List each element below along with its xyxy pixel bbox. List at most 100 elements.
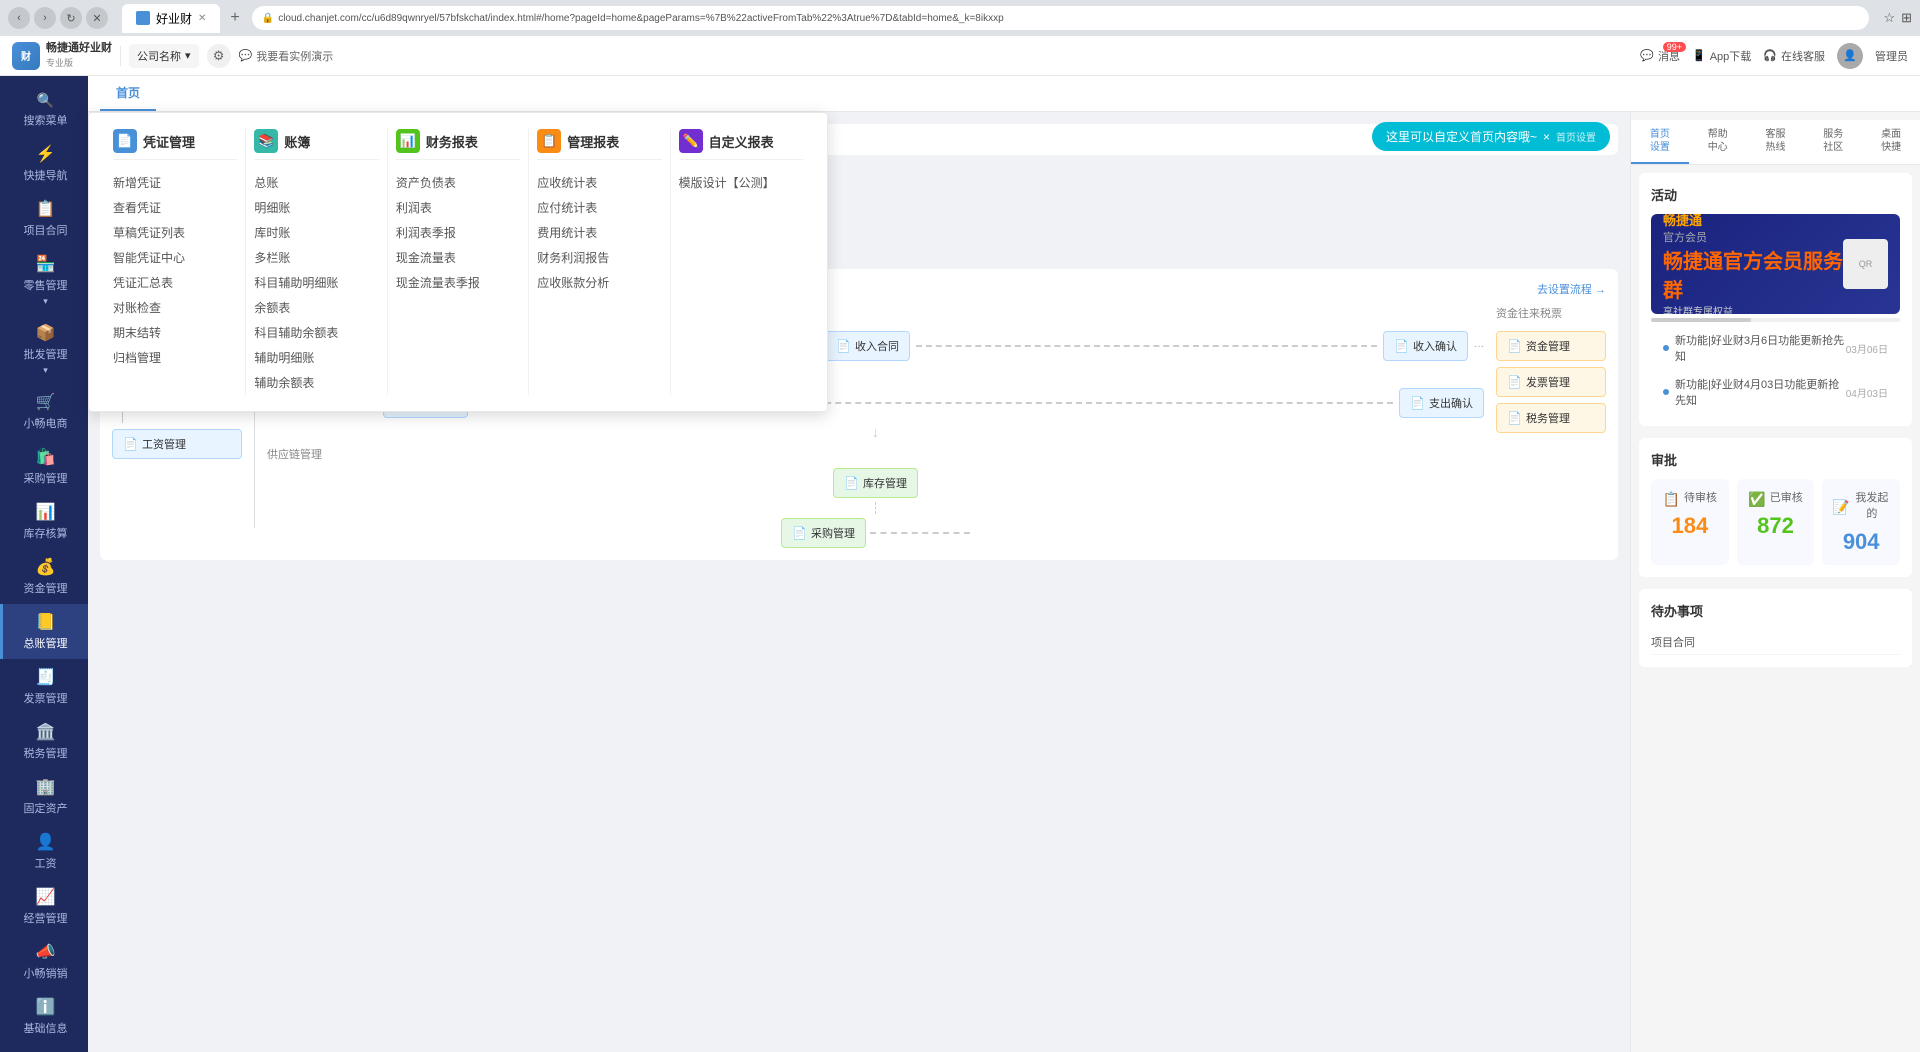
- tab-close-button[interactable]: ✕: [198, 13, 206, 24]
- flow-box-income-confirm[interactable]: 📄 收入确认: [1383, 331, 1468, 361]
- bookmark-icon[interactable]: ☆: [1883, 10, 1895, 26]
- todo-item-project[interactable]: 项目合同: [1651, 630, 1900, 655]
- sidebar-item-tax[interactable]: 🏛️ 税务管理: [0, 714, 88, 769]
- purchase-flow-icon: 📄: [792, 526, 807, 540]
- user-name[interactable]: 管理员: [1875, 48, 1908, 64]
- sidebar-item-basic[interactable]: ℹ️ 基础信息: [0, 989, 88, 1044]
- sidebar-item-system[interactable]: ⚙️ 系统管理: [0, 1044, 88, 1052]
- extensions-icon[interactable]: ⊞: [1901, 10, 1912, 26]
- forward-button[interactable]: ›: [34, 7, 56, 29]
- dropdown-item-voucher-summary[interactable]: 凭证汇总表: [113, 270, 237, 295]
- company-selector[interactable]: 公司名称 ▾: [129, 44, 199, 68]
- tab-home[interactable]: 首页: [100, 76, 156, 111]
- sidebar-item-quick-nav[interactable]: ⚡ 快捷导航: [0, 136, 88, 191]
- dropdown-item-aux-balance[interactable]: 辅助余额表: [254, 370, 378, 395]
- right-tab-service-community[interactable]: 服务社区: [1804, 120, 1862, 164]
- news-item-1[interactable]: 新功能|好业财3月6日功能更新抢先知 03月06日: [1651, 326, 1900, 370]
- right-tab-desktop-quick[interactable]: 桌面快捷: [1862, 120, 1920, 164]
- address-bar[interactable]: 🔒 cloud.chanjet.com/cc/u6d89qwnryel/57bf…: [252, 6, 1870, 30]
- dropdown-item-period-close[interactable]: 期末结转: [113, 320, 237, 345]
- active-tab[interactable]: 好业财 ✕: [122, 4, 220, 33]
- sidebar-item-purchase[interactable]: 🛍️ 采购管理: [0, 439, 88, 494]
- home-settings-link[interactable]: 首页设置: [1556, 129, 1596, 144]
- dropdown-item-balance-sheet[interactable]: 资产负债表: [396, 170, 520, 195]
- dropdown-item-general[interactable]: 总账: [254, 170, 378, 195]
- flow-box-income-contract[interactable]: 📄 收入合同: [825, 331, 910, 361]
- approval-cards: 📋 待审核 184 ✅ 已审核: [1651, 479, 1900, 565]
- sidebar: 🔍 搜索菜单 ⚡ 快捷导航 📋 项目合同 🏪 零售管理 ▾ 📦 批发管理 ▾: [0, 76, 88, 1052]
- flow-box-capital[interactable]: 📄 资金管理: [1496, 331, 1606, 361]
- flow-box-salary[interactable]: 📄 工资管理: [112, 429, 242, 459]
- sidebar-item-inventory[interactable]: 📊 库存核算: [0, 494, 88, 549]
- dropdown-item-balance[interactable]: 余额表: [254, 295, 378, 320]
- demo-button[interactable]: 💬 我要看实例演示: [239, 48, 334, 64]
- activity-banner: 畅捷通 官方会员 畅捷通官方会员服务群 享社群专属权益 QR: [1651, 214, 1900, 314]
- right-tab-help-center[interactable]: 帮助中心: [1689, 120, 1747, 164]
- dropdown-item-view-voucher[interactable]: 查看凭证: [113, 195, 237, 220]
- dropdown-item-receivable-analysis[interactable]: 应收账款分析: [537, 270, 661, 295]
- dropdown-item-detail[interactable]: 明细账: [254, 195, 378, 220]
- app-download-button[interactable]: 📱 App下载: [1692, 48, 1751, 64]
- dropdown-item-income[interactable]: 利润表: [396, 195, 520, 220]
- sidebar-item-ecommerce[interactable]: 🛒 小畅电商: [0, 384, 88, 439]
- flow-box-invoice-mgmt[interactable]: 📄 发票管理: [1496, 367, 1606, 397]
- dropdown-item-new-voucher[interactable]: 新增凭证: [113, 170, 237, 195]
- new-tab-button[interactable]: +: [224, 9, 245, 27]
- sidebar-item-operation[interactable]: 📈 经营管理: [0, 879, 88, 934]
- flow-box-inventory[interactable]: 📄 库存管理: [833, 468, 918, 498]
- dropdown-item-smart-center[interactable]: 智能凭证中心: [113, 245, 237, 270]
- dropdown-item-receivable[interactable]: 应收统计表: [537, 170, 661, 195]
- approval-card-pending[interactable]: 📋 待审核 184: [1651, 479, 1729, 565]
- user-avatar[interactable]: 👤: [1837, 43, 1863, 69]
- sidebar-item-search[interactable]: 🔍 搜索菜单: [0, 84, 88, 136]
- back-button[interactable]: ‹: [8, 7, 30, 29]
- salary-icon: 👤: [36, 832, 56, 852]
- sidebar-item-marketing[interactable]: 📣 小畅销销: [0, 934, 88, 989]
- delete-button[interactable]: ✕: [86, 7, 108, 29]
- dropdown-item-template-design[interactable]: 模版设计【公测】: [679, 170, 803, 195]
- flow-box-tax-mgmt[interactable]: 📄 税务管理: [1496, 403, 1606, 433]
- online-service-button[interactable]: 🎧 在线客服: [1763, 48, 1825, 64]
- dropdown-item-payable[interactable]: 应付统计表: [537, 195, 661, 220]
- dropdown-item-cash-flow[interactable]: 现金流量表: [396, 245, 520, 270]
- dropdown-item-multi[interactable]: 多栏账: [254, 245, 378, 270]
- sidebar-item-invoice[interactable]: 🧾 发票管理: [0, 659, 88, 714]
- dropdown-item-subject-detail[interactable]: 科目辅助明细账: [254, 270, 378, 295]
- flow-box-expense-confirm[interactable]: 📄 支出确认: [1399, 388, 1484, 418]
- dropdown-col-financial-header: 📊 财务报表: [396, 129, 520, 160]
- sidebar-item-finance[interactable]: 💰 资金管理: [0, 549, 88, 604]
- approval-card-my-initiated[interactable]: 📝 我发起的 904: [1822, 479, 1900, 565]
- dropdown-item-draft-list[interactable]: 草稿凭证列表: [113, 220, 237, 245]
- dropdown-item-reconcile[interactable]: 对账检查: [113, 295, 237, 320]
- management-col-icon: 📋: [537, 129, 561, 153]
- settings-gear-button[interactable]: ⚙: [207, 44, 231, 68]
- sidebar-label-invoice: 发票管理: [24, 690, 68, 706]
- dropdown-item-expense[interactable]: 费用统计表: [537, 220, 661, 245]
- notification-badge: 99+: [1663, 42, 1686, 52]
- reload-button[interactable]: ↻: [60, 7, 82, 29]
- right-tab-home-settings[interactable]: 首页设置: [1631, 120, 1689, 164]
- dropdown-item-time-account[interactable]: 库时账: [254, 220, 378, 245]
- sidebar-item-salary[interactable]: 👤 工资: [0, 824, 88, 879]
- right-tab-customer-hotline[interactable]: 客服热线: [1747, 120, 1805, 164]
- dropdown-item-archive[interactable]: 归档管理: [113, 345, 237, 370]
- custom-tip-close-button[interactable]: ×: [1543, 130, 1550, 144]
- dropdown-item-income-quarterly[interactable]: 利润表季报: [396, 220, 520, 245]
- dropdown-arrow-icon: ▾: [185, 49, 191, 62]
- news-item-2[interactable]: 新功能|好业财4月03日功能更新抢先知 04月03日: [1651, 370, 1900, 414]
- tab-title: 好业财: [156, 10, 192, 27]
- dropdown-item-cash-flow-quarterly[interactable]: 现金流量表季报: [396, 270, 520, 295]
- sidebar-item-wholesale[interactable]: 📦 批发管理 ▾: [0, 315, 88, 384]
- notification-button[interactable]: 💬 消息 99+: [1640, 48, 1680, 64]
- sidebar-item-fixed-assets[interactable]: 🏢 固定资产: [0, 769, 88, 824]
- dropdown-item-profit-report[interactable]: 财务利润报告: [537, 245, 661, 270]
- sidebar-item-project[interactable]: 📋 项目合同: [0, 191, 88, 246]
- flow-box-purchase[interactable]: 📄 采购管理: [781, 518, 866, 548]
- sidebar-item-accounting[interactable]: 📒 总账管理: [0, 604, 88, 659]
- news-date-1: 03月06日: [1846, 341, 1888, 356]
- dropdown-item-aux-detail[interactable]: 辅助明细账: [254, 345, 378, 370]
- approval-card-approved[interactable]: ✅ 已审核 872: [1737, 479, 1815, 565]
- setup-flow-link[interactable]: 去设置流程 →: [1537, 281, 1606, 297]
- dropdown-item-subject-balance[interactable]: 科目辅助余额表: [254, 320, 378, 345]
- sidebar-item-retail[interactable]: 🏪 零售管理 ▾: [0, 246, 88, 315]
